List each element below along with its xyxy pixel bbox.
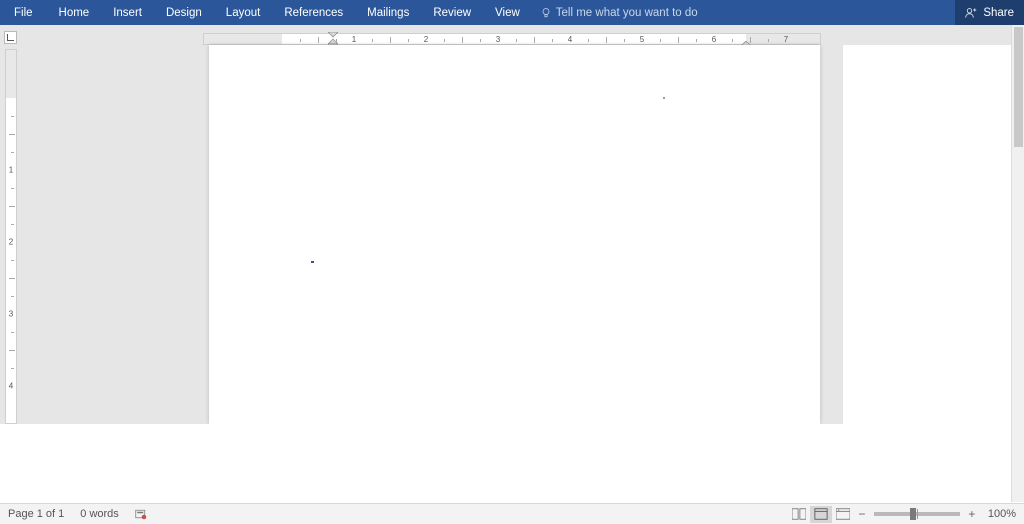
blank-panel-right: [843, 45, 1011, 424]
tab-home[interactable]: Home: [47, 0, 102, 25]
tab-mailings[interactable]: Mailings: [355, 0, 421, 25]
horizontal-ruler[interactable]: 1 2 3 4 5 6 7: [203, 33, 821, 45]
ribbon-tab-bar: File Home Insert Design Layout Reference…: [0, 0, 1024, 25]
vruler-num: 2: [6, 238, 16, 247]
ruler-left-margin[interactable]: [204, 34, 282, 44]
share-button[interactable]: Share: [955, 0, 1024, 25]
document-page[interactable]: [209, 45, 820, 424]
cursor: [311, 261, 314, 263]
view-web-layout[interactable]: [832, 506, 854, 523]
status-word-count[interactable]: 0 words: [72, 508, 127, 520]
macro-recording-button[interactable]: [127, 508, 155, 520]
ruler-top-margin[interactable]: [6, 50, 16, 98]
person-share-icon: [965, 7, 977, 19]
vruler-num: 3: [6, 310, 16, 319]
tab-insert[interactable]: Insert: [101, 0, 154, 25]
scrollbar-thumb[interactable]: [1014, 27, 1023, 147]
workspace: 1 2 3 4 5 6 7 1 2 3: [0, 25, 1024, 524]
tab-stop-selector[interactable]: [4, 31, 17, 44]
blank-panel-below: [0, 424, 1024, 503]
status-page[interactable]: Page 1 of 1: [0, 508, 72, 520]
document-background: 1 2 3 4 5 6 7 1 2 3: [0, 25, 1011, 424]
status-bar: Page 1 of 1 0 words − + 100%: [0, 503, 1024, 524]
tab-view[interactable]: View: [483, 0, 532, 25]
zoom-slider-center-tick: [917, 509, 918, 519]
lightbulb-icon: [540, 7, 552, 19]
vertical-scrollbar[interactable]: [1011, 25, 1024, 502]
tab-design[interactable]: Design: [154, 0, 214, 25]
zoom-in-button[interactable]: +: [964, 507, 980, 521]
zoom-slider[interactable]: [874, 512, 960, 516]
vertical-ruler[interactable]: 1 2 3 4: [5, 49, 17, 424]
tab-references[interactable]: References: [272, 0, 355, 25]
view-print-layout[interactable]: [810, 506, 832, 523]
vruler-num: 1: [6, 166, 16, 175]
view-read-mode[interactable]: [788, 506, 810, 523]
print-layout-icon: [814, 508, 828, 520]
artifact-dot: [663, 97, 665, 99]
tab-review[interactable]: Review: [421, 0, 483, 25]
zoom-out-button[interactable]: −: [854, 507, 870, 521]
zoom-percent[interactable]: 100%: [980, 508, 1024, 520]
read-mode-icon: [792, 508, 806, 520]
share-label: Share: [983, 7, 1014, 19]
macro-icon: [135, 508, 147, 520]
tab-file[interactable]: File: [0, 0, 47, 25]
tell-me-placeholder: Tell me what you want to do: [556, 7, 698, 19]
vruler-num: 4: [6, 382, 16, 391]
tab-layout[interactable]: Layout: [214, 0, 273, 25]
web-layout-icon: [836, 508, 850, 520]
zoom-slider-handle[interactable]: [910, 508, 916, 520]
tell-me-search[interactable]: Tell me what you want to do: [540, 7, 698, 19]
